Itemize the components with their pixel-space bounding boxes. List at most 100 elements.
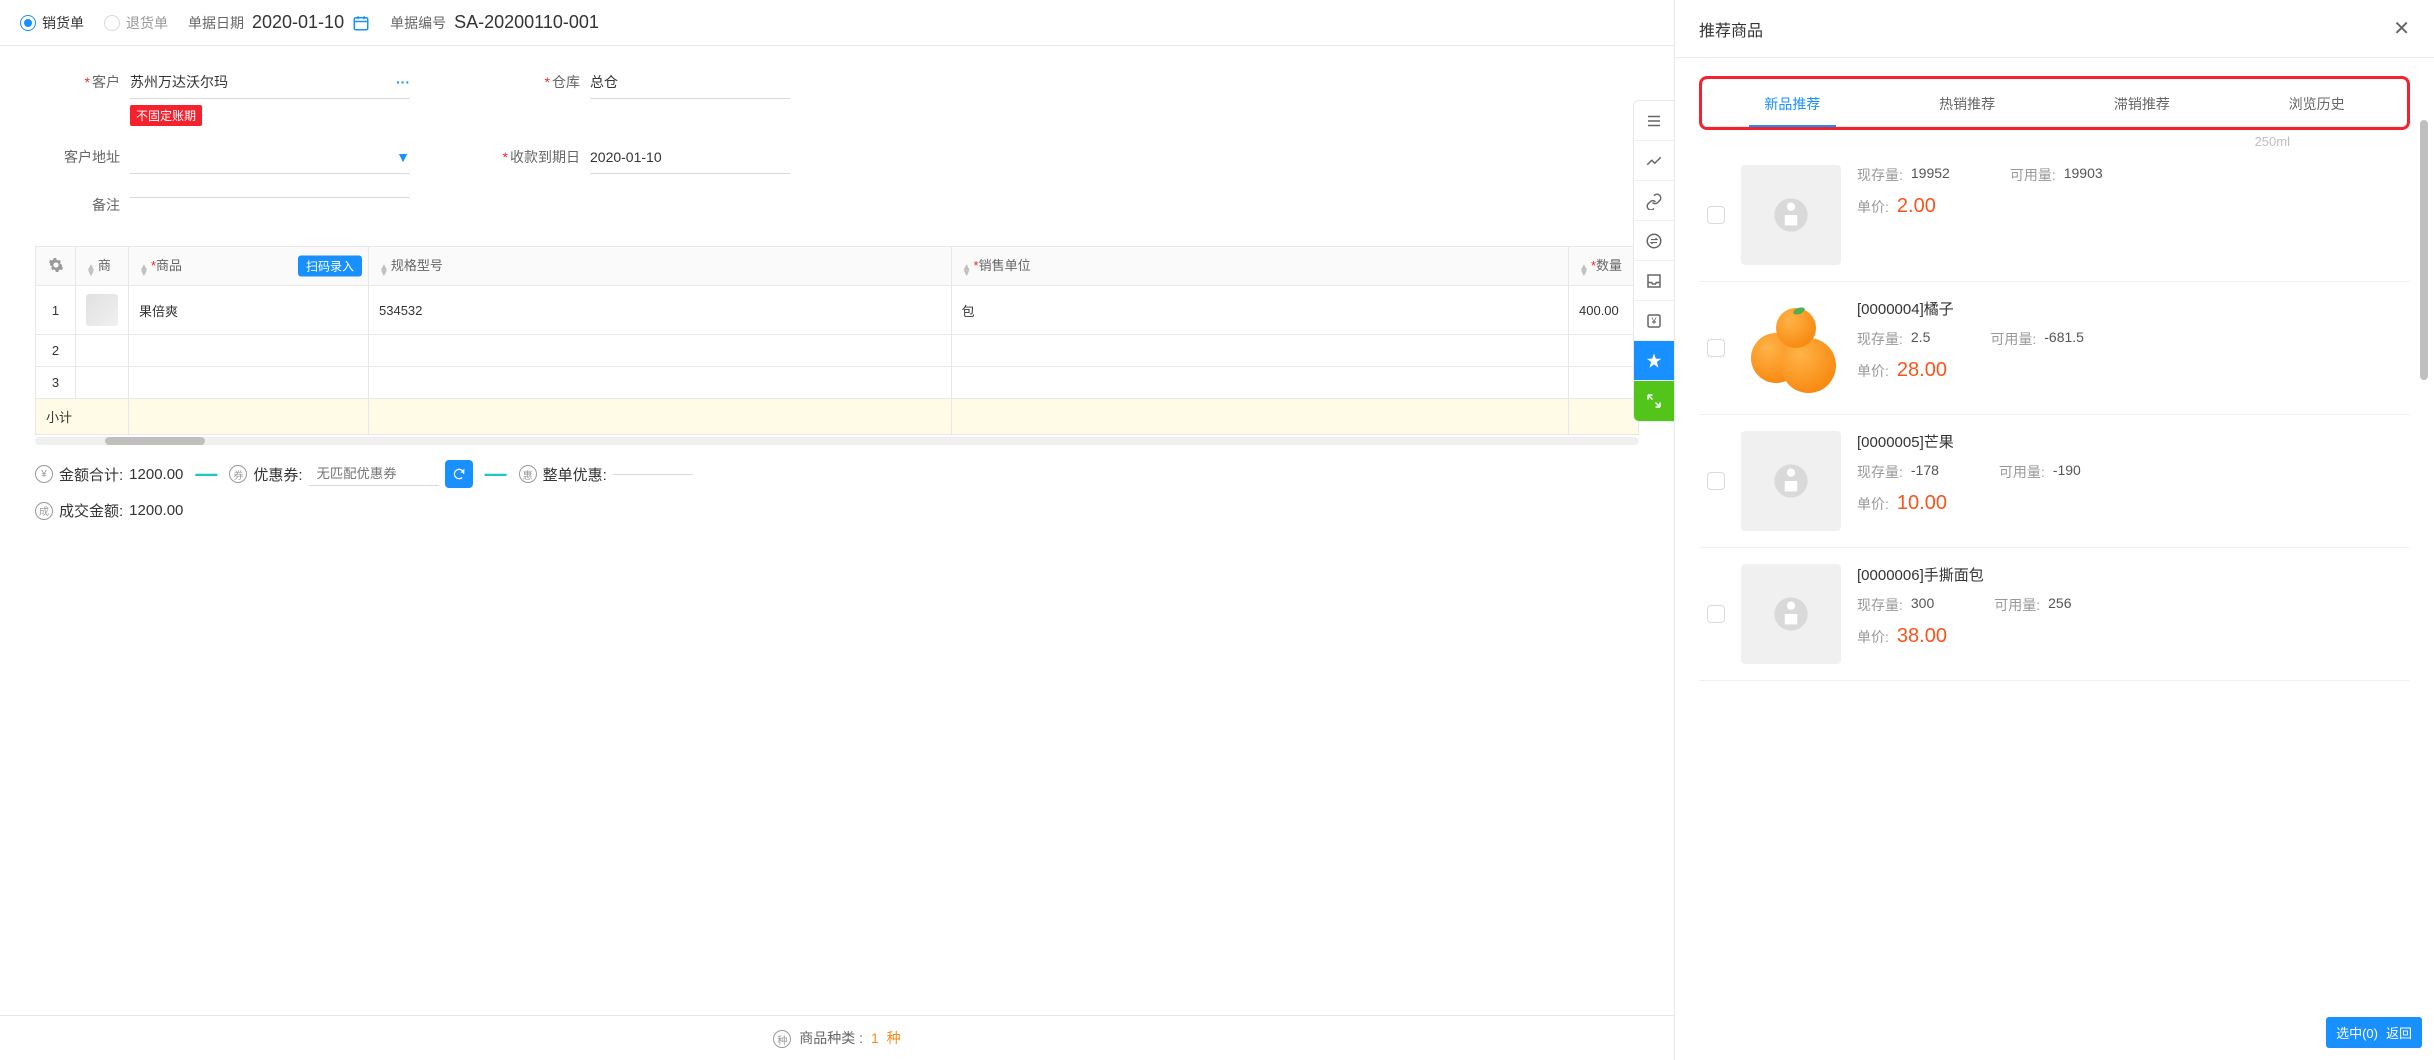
more-dots-icon[interactable]: ···: [396, 70, 410, 94]
row-unit-cell[interactable]: [951, 335, 1568, 367]
product-name: [0000006]手撕面包: [1857, 564, 2402, 585]
recommend-panel: 推荐商品 ✕ 新品推荐热销推荐滞销推荐浏览历史 250ml 现存量:19952 …: [1674, 0, 2434, 1060]
tab-0[interactable]: 新品推荐: [1705, 82, 1880, 126]
warehouse-input[interactable]: 总仓: [590, 66, 790, 99]
price-value: 28.00: [1897, 359, 1947, 382]
row-thumb-cell[interactable]: [76, 286, 129, 335]
calendar-icon[interactable]: [352, 14, 370, 32]
kinds-value: 1: [871, 1030, 879, 1046]
product-image-placeholder: [1741, 431, 1841, 531]
avail-value: 256: [2048, 595, 2071, 615]
col-spec-header[interactable]: ▲▼规格型号: [369, 247, 952, 286]
total-value: 1200.00: [129, 466, 183, 483]
product-checkbox[interactable]: [1707, 472, 1725, 490]
row-qty-cell[interactable]: [1569, 335, 1639, 367]
address-input[interactable]: ▼: [130, 141, 410, 174]
list-icon: [1645, 112, 1663, 130]
stock-value: 300: [1911, 595, 1934, 615]
price-label: 单价:: [1857, 627, 1889, 647]
product-checkbox[interactable]: [1707, 206, 1725, 224]
col-unit-header[interactable]: ▲▼*销售单位: [951, 247, 1568, 286]
tab-3[interactable]: 浏览历史: [2229, 82, 2404, 126]
svg-text:¥: ¥: [1650, 316, 1657, 326]
row-name-cell[interactable]: [129, 367, 369, 399]
exchange-tool-button[interactable]: [1634, 221, 1674, 261]
tab-1[interactable]: 热销推荐: [1880, 82, 2055, 126]
chart-tool-button[interactable]: [1634, 141, 1674, 181]
final-value: 1200.00: [129, 502, 183, 519]
row-unit-cell[interactable]: [951, 367, 1568, 399]
doc-num-label: 单据编号: [390, 13, 446, 33]
currency-tool-button[interactable]: ¥: [1634, 301, 1674, 341]
doc-date-value[interactable]: 2020-01-10: [252, 12, 344, 33]
return-order-label: 退货单: [126, 13, 168, 33]
tab-2[interactable]: 滞销推荐: [2055, 82, 2230, 126]
remark-input[interactable]: [130, 189, 410, 198]
back-label: 返回: [2386, 1023, 2412, 1042]
price-label: 单价:: [1857, 494, 1889, 514]
sales-order-radio[interactable]: 销货单: [20, 13, 84, 33]
price-value: 38.00: [1897, 625, 1947, 648]
inbox-tool-button[interactable]: [1634, 261, 1674, 301]
sales-order-label: 销货单: [42, 13, 84, 33]
col-img-header[interactable]: ▲▼商: [76, 247, 129, 286]
table-row[interactable]: 2: [36, 335, 1639, 367]
product-checkbox[interactable]: [1707, 605, 1725, 623]
discount-icon: 惠: [519, 465, 537, 483]
row-spec-cell[interactable]: [369, 367, 952, 399]
radio-checked-icon: [20, 15, 36, 31]
row-thumb-cell[interactable]: [76, 335, 129, 367]
due-date-input[interactable]: 2020-01-10: [590, 141, 790, 174]
placeholder-icon: [1766, 456, 1816, 506]
selected-return-button[interactable]: 选中(0) 返回: [2326, 1017, 2422, 1048]
side-toolbar: ¥: [1633, 100, 1674, 422]
selected-count: 选中(0): [2336, 1023, 2378, 1042]
close-button[interactable]: ✕: [2393, 16, 2410, 41]
row-name-cell[interactable]: 果倍爽: [129, 286, 369, 335]
order-discount-value[interactable]: [613, 474, 693, 475]
doc-num-value: SA-20200110-001: [454, 12, 599, 33]
expand-tool-button[interactable]: [1634, 381, 1674, 421]
remark-label: 备注: [92, 197, 120, 213]
row-thumb-cell[interactable]: [76, 367, 129, 399]
row-unit-cell[interactable]: 包: [951, 286, 1568, 335]
settings-col-header[interactable]: [36, 247, 76, 286]
stock-label: 现存量:: [1857, 462, 1903, 482]
yen-icon: ¥: [35, 465, 53, 483]
radio-unchecked-icon: [104, 15, 120, 31]
scan-badge[interactable]: 扫码录入: [298, 256, 362, 277]
product-item: [0000004]橘子 现存量:2.5 可用量:-681.5 单价:28.00: [1699, 282, 2410, 415]
row-name-cell[interactable]: [129, 335, 369, 367]
placeholder-icon: [1766, 589, 1816, 639]
product-item: [0000006]手撕面包 现存量:300 可用量:256 单价:38.00: [1699, 548, 2410, 681]
warehouse-value: 总仓: [590, 70, 618, 94]
coupon-input[interactable]: [309, 462, 439, 486]
product-item: 现存量:19952 可用量:19903 单价:2.00: [1699, 149, 2410, 282]
customer-value: 苏州万达沃尔玛: [130, 70, 228, 94]
doc-date-label: 单据日期: [188, 13, 244, 33]
return-order-radio[interactable]: 退货单: [104, 13, 168, 33]
vertical-scrollbar[interactable]: [2420, 120, 2428, 1010]
refresh-button[interactable]: [445, 460, 473, 488]
list-tool-button[interactable]: [1634, 101, 1674, 141]
customer-label: 客户: [92, 74, 120, 90]
due-date-label: 收款到期日: [510, 149, 580, 165]
col-qty-header[interactable]: ▲▼*数量: [1569, 247, 1639, 286]
row-qty-cell[interactable]: [1569, 367, 1639, 399]
product-checkbox[interactable]: [1707, 339, 1725, 357]
chart-icon: [1645, 152, 1663, 170]
customer-input[interactable]: 苏州万达沃尔玛 ···: [130, 66, 410, 99]
row-qty-cell[interactable]: 400.00: [1569, 286, 1639, 335]
product-list[interactable]: 250ml 现存量:19952 可用量:19903 单价:2.00 [00000…: [1675, 130, 2434, 1060]
link-tool-button[interactable]: [1634, 181, 1674, 221]
subtotal-label: 小计: [36, 399, 129, 435]
star-tool-button[interactable]: [1634, 341, 1674, 381]
horizontal-scrollbar[interactable]: [35, 437, 1639, 445]
exchange-icon: [1645, 232, 1663, 250]
table-row[interactable]: 1 果倍爽 534532 包 400.00: [36, 286, 1639, 335]
chevron-down-icon[interactable]: ▼: [396, 145, 410, 169]
row-spec-cell[interactable]: 534532: [369, 286, 952, 335]
table-row[interactable]: 3: [36, 367, 1639, 399]
row-spec-cell[interactable]: [369, 335, 952, 367]
col-product-header[interactable]: ▲▼*商品扫码录入: [129, 247, 369, 286]
